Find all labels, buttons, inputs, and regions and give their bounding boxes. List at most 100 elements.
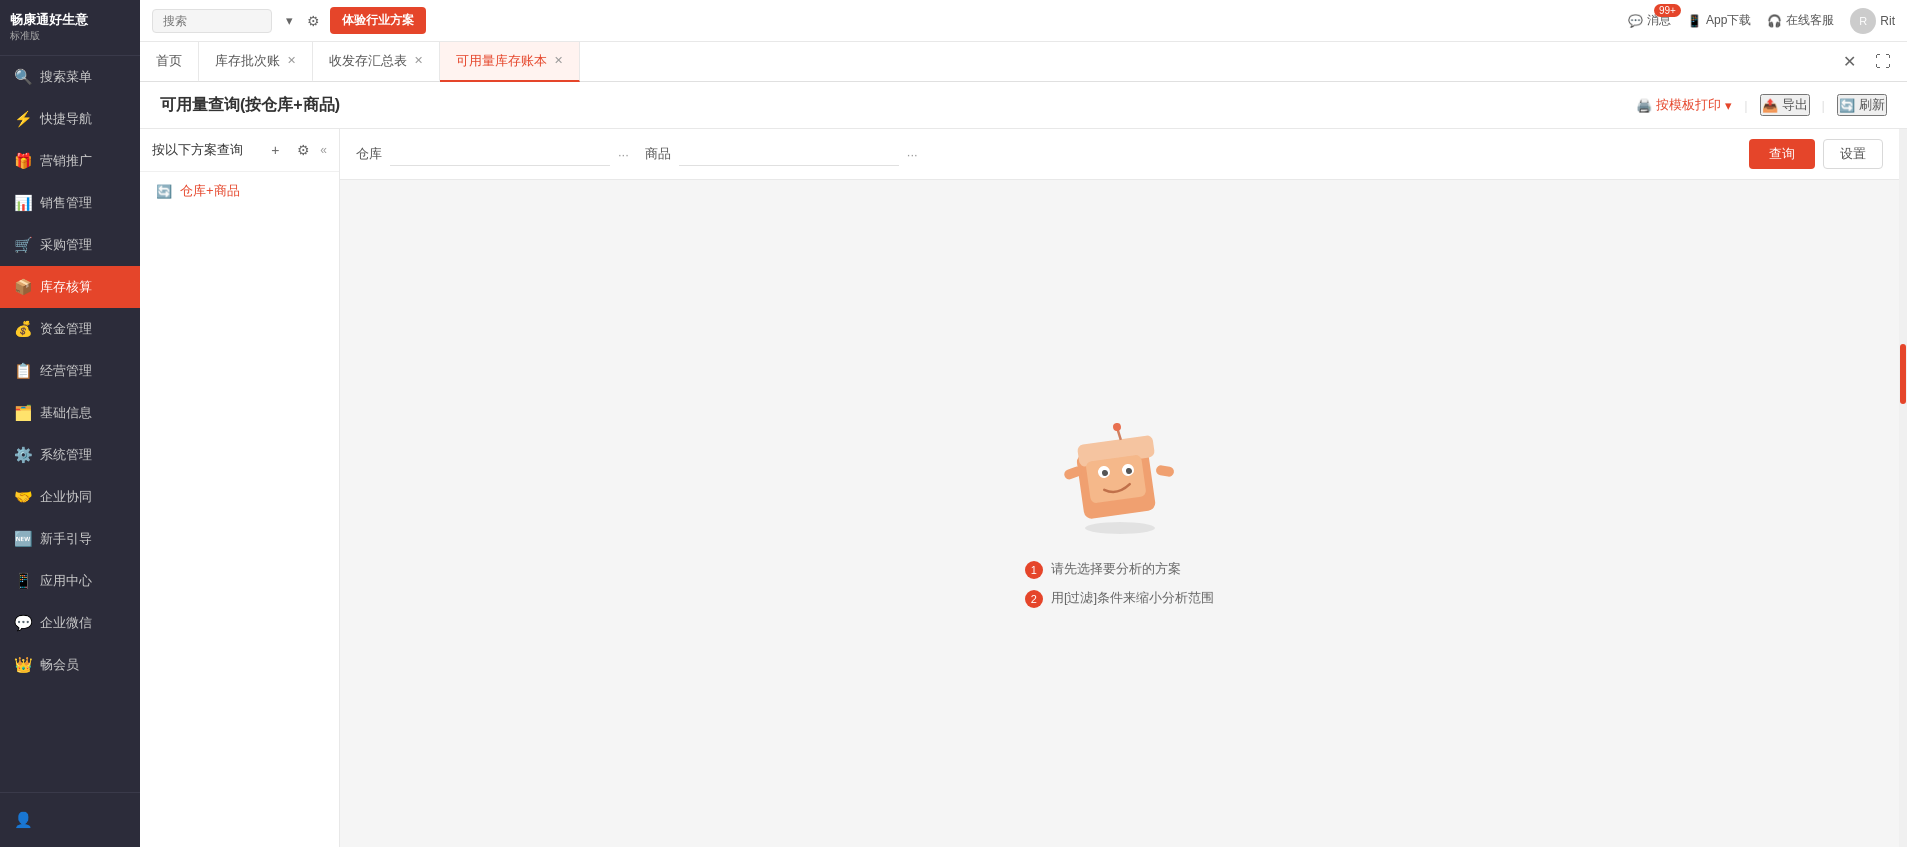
print-dropdown-icon[interactable]: ▾ (1725, 98, 1732, 113)
sidebar-item-label: 营销推广 (40, 152, 92, 170)
download-icon: 📱 (1687, 14, 1702, 28)
refresh-button[interactable]: 🔄 刷新 (1837, 94, 1887, 116)
headset-icon: 🎧 (1767, 14, 1782, 28)
sidebar-item-member[interactable]: 👑 畅会员 (0, 644, 140, 686)
sidebar-item-label: 企业微信 (40, 614, 92, 632)
svg-point-0 (1085, 522, 1155, 534)
sidebar-item-label: 经营管理 (40, 362, 92, 380)
sidebar-item-label: 新手引导 (40, 530, 92, 548)
user-menu[interactable]: R Rit (1850, 8, 1895, 34)
warehouse-input[interactable] (390, 142, 610, 166)
sidebar-item-apps[interactable]: 📱 应用中心 (0, 560, 140, 602)
tab-batch-account-close[interactable]: ✕ (287, 54, 296, 67)
chart-icon: 📊 (14, 194, 32, 212)
scrollbar-thumb (1900, 344, 1906, 404)
svg-rect-3 (1085, 454, 1146, 503)
mobile-icon: 📱 (14, 572, 32, 590)
tab-collect-summary-close[interactable]: ✕ (414, 54, 423, 67)
app-download-button[interactable]: 📱 App下载 (1687, 12, 1751, 29)
sidebar-item-label: 搜索菜单 (40, 68, 92, 86)
brand-tag: 标准版 (10, 29, 130, 43)
industry-solution-button[interactable]: 体验行业方案 (330, 7, 426, 34)
query-button[interactable]: 查询 (1749, 139, 1815, 169)
online-service-label: 在线客服 (1786, 12, 1834, 29)
filter-row: 仓库 ··· 商品 ··· 查询 设置 (340, 129, 1899, 180)
sidebar-item-guide[interactable]: 🆕 新手引导 (0, 518, 140, 560)
sidebar-item-inventory[interactable]: 📦 库存核算 (0, 266, 140, 308)
tab-collect-summary[interactable]: 收发存汇总表 ✕ (313, 42, 440, 82)
page-header-actions: 🖨️ 按模板打印 ▾ | 📤 导出 | 🔄 刷新 (1636, 94, 1887, 116)
tab-collect-summary-label: 收发存汇总表 (329, 52, 407, 70)
product-filter-group: 商品 ··· (645, 142, 918, 166)
sidebar-item-basic[interactable]: 🗂️ 基础信息 (0, 392, 140, 434)
sidebar-item-finance[interactable]: 💰 资金管理 (0, 308, 140, 350)
sidebar-item-purchase[interactable]: 🛒 采购管理 (0, 224, 140, 266)
sidebar-user: 👤 (0, 803, 140, 837)
right-scrollbar[interactable] (1899, 129, 1907, 847)
sidebar-item-search[interactable]: 🔍 搜索菜单 (0, 56, 140, 98)
topbar-dropdown-button[interactable]: ▾ (282, 11, 297, 30)
export-icon: 📤 (1762, 98, 1778, 113)
tab-available-stock-close[interactable]: ✕ (554, 54, 563, 67)
add-scheme-button[interactable]: + (264, 139, 286, 161)
search-icon: 🔍 (14, 68, 32, 86)
sidebar-menu: 🔍 搜索菜单 ⚡ 快捷导航 🎁 营销推广 📊 销售管理 🛒 采购管理 📦 (0, 56, 140, 792)
sidebar-item-label: 销售管理 (40, 194, 92, 212)
table-settings-button[interactable]: 设置 (1823, 139, 1883, 169)
warehouse-filter-group: 仓库 ··· (356, 142, 629, 166)
cart-icon: 🛒 (14, 236, 32, 254)
collapse-panel-button[interactable]: « (320, 143, 327, 157)
left-panel: 按以下方案查询 + ⚙ « 🔄 仓库+商品 (140, 129, 340, 847)
sidebar-item-operations[interactable]: 📋 经营管理 (0, 350, 140, 392)
sidebar-item-label: 资金管理 (40, 320, 92, 338)
gear-icon: ⚙️ (14, 446, 32, 464)
product-input[interactable] (679, 142, 899, 166)
message-badge: 99+ (1654, 4, 1681, 17)
scheme-icon: 🔄 (156, 184, 172, 199)
main-panel: 仓库 ··· 商品 ··· 查询 设置 (340, 129, 1899, 847)
sidebar-item-sales[interactable]: 📊 销售管理 (0, 182, 140, 224)
page-header: 可用量查询(按仓库+商品) 🖨️ 按模板打印 ▾ | 📤 导出 | 🔄 刷新 (140, 82, 1907, 129)
sidebar-item-label: 库存核算 (40, 278, 92, 296)
user-icon: 👤 (14, 811, 32, 829)
online-service-button[interactable]: 🎧 在线客服 (1767, 12, 1834, 29)
sidebar-item-label: 企业协同 (40, 488, 92, 506)
folder-icon: 🗂️ (14, 404, 32, 422)
empty-state: 1 请先选择要分析的方案 2 用[过滤]条件来缩小分析范围 (340, 180, 1899, 847)
sidebar-item-marketing[interactable]: 🎁 营销推广 (0, 140, 140, 182)
tab-available-stock-label: 可用量库存账本 (456, 52, 547, 70)
sidebar-item-system[interactable]: ⚙️ 系统管理 (0, 434, 140, 476)
sidebar-item-partner[interactable]: 🤝 企业协同 (0, 476, 140, 518)
print-button[interactable]: 🖨️ 按模板打印 ▾ (1636, 96, 1732, 114)
app-download-label: App下载 (1706, 12, 1751, 29)
message-button[interactable]: 💬 消息 99+ (1628, 12, 1671, 29)
money-icon: 💰 (14, 320, 32, 338)
tab-batch-account[interactable]: 库存批次账 ✕ (199, 42, 313, 82)
topbar-search-input[interactable] (152, 9, 272, 33)
main-content: ▾ ⚙ 体验行业方案 💬 消息 99+ 📱 App下载 🎧 在线客服 (140, 0, 1907, 847)
brand-name: 畅康通好生意 (10, 12, 130, 29)
clipboard-icon: 📋 (14, 362, 32, 380)
tab-home[interactable]: 首页 (140, 42, 199, 82)
separator-2: | (1822, 98, 1825, 113)
hint-text-2: 用[过滤]条件来缩小分析范围 (1051, 589, 1214, 607)
hint-text-1: 请先选择要分析的方案 (1051, 560, 1181, 578)
handshake-icon: 🤝 (14, 488, 32, 506)
product-more-button[interactable]: ··· (907, 147, 918, 162)
tab-available-stock[interactable]: 可用量库存账本 ✕ (440, 42, 580, 82)
tab-close-all-button[interactable]: ✕ (1835, 48, 1863, 76)
tab-maximize-button[interactable]: ⛶ (1869, 48, 1897, 76)
content-area: 按以下方案查询 + ⚙ « 🔄 仓库+商品 仓库 (140, 129, 1907, 847)
sidebar-item-quicknav[interactable]: ⚡ 快捷导航 (0, 98, 140, 140)
empty-robot-svg (1060, 420, 1180, 540)
tabs-controls: ✕ ⛶ (1835, 48, 1907, 76)
topbar-gear-icon[interactable]: ⚙ (307, 13, 320, 29)
empty-hints: 1 请先选择要分析的方案 2 用[过滤]条件来缩小分析范围 (1025, 560, 1214, 608)
export-button[interactable]: 📤 导出 (1760, 94, 1810, 116)
scheme-settings-button[interactable]: ⚙ (292, 139, 314, 161)
left-panel-title: 按以下方案查询 (152, 141, 243, 159)
refresh-icon: 🔄 (1839, 98, 1855, 113)
scheme-warehouse-product[interactable]: 🔄 仓库+商品 (140, 172, 339, 210)
sidebar-item-wechat[interactable]: 💬 企业微信 (0, 602, 140, 644)
warehouse-more-button[interactable]: ··· (618, 147, 629, 162)
